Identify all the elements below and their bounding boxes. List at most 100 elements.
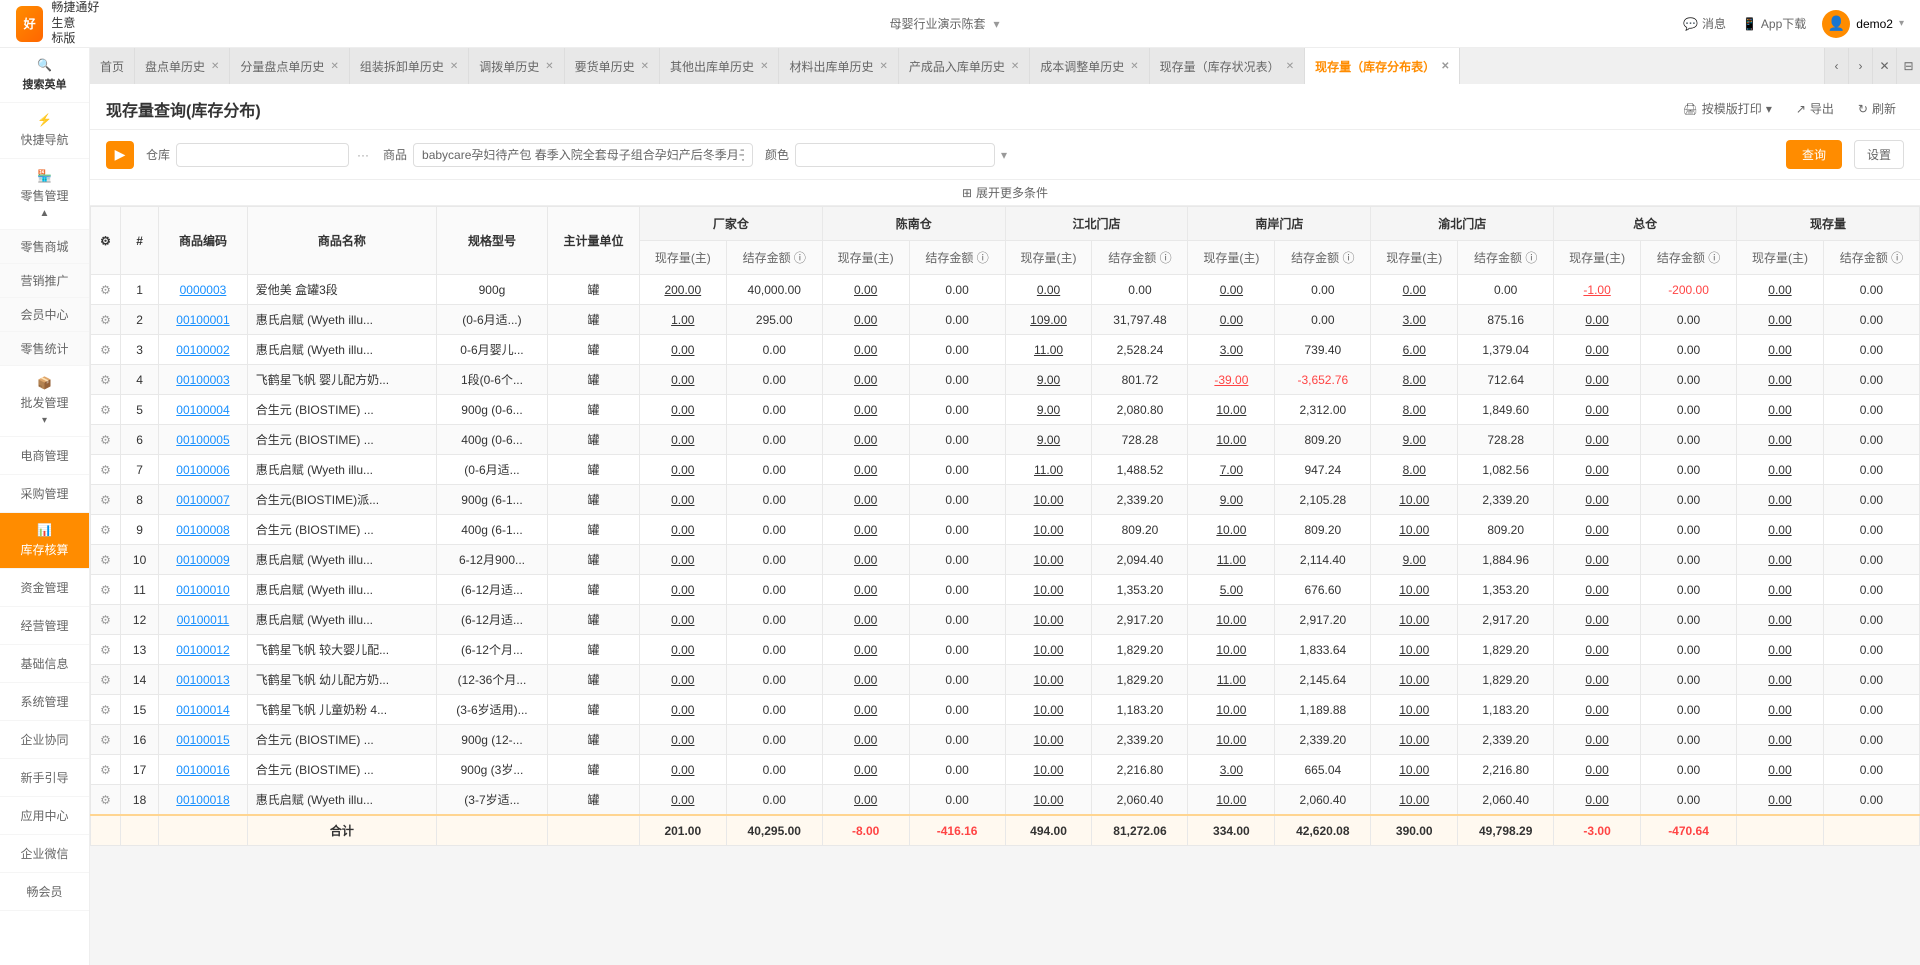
- gear-cell[interactable]: ⚙: [91, 455, 121, 485]
- tot-qty[interactable]: 0.00: [1554, 335, 1641, 365]
- jb-qty[interactable]: 10.00: [1005, 695, 1092, 725]
- tab-cost-adjust[interactable]: 成本调整单历史 ✕: [1030, 48, 1149, 84]
- fac-qty[interactable]: 1.00: [639, 305, 726, 335]
- extra-qty[interactable]: 0.00: [1737, 695, 1824, 725]
- gear-cell[interactable]: ⚙: [91, 365, 121, 395]
- sidebar-item-purchase[interactable]: 采购管理: [0, 475, 89, 513]
- fac-qty[interactable]: 0.00: [639, 545, 726, 575]
- fac-qty[interactable]: 0.00: [639, 455, 726, 485]
- fac-qty[interactable]: 0.00: [639, 605, 726, 635]
- tot-qty[interactable]: 0.00: [1554, 665, 1641, 695]
- tab-inventory-dist[interactable]: 现存量（库存分布表） ✕: [1305, 48, 1460, 84]
- gear-cell[interactable]: ⚙: [91, 695, 121, 725]
- product-code[interactable]: 00100009: [159, 545, 248, 575]
- fac-qty[interactable]: 0.00: [639, 365, 726, 395]
- sidebar-item-guide[interactable]: 新手引导: [0, 759, 89, 797]
- jb-qty[interactable]: 10.00: [1005, 665, 1092, 695]
- yb-qty[interactable]: 10.00: [1371, 605, 1458, 635]
- tab-requisition[interactable]: 要货单历史 ✕: [565, 48, 660, 84]
- na-qty[interactable]: 11.00: [1188, 665, 1275, 695]
- yb-qty[interactable]: 8.00: [1371, 395, 1458, 425]
- tot-qty[interactable]: 0.00: [1554, 395, 1641, 425]
- jb-qty[interactable]: 9.00: [1005, 395, 1092, 425]
- fac-qty[interactable]: 0.00: [639, 515, 726, 545]
- yb-qty[interactable]: 3.00: [1371, 305, 1458, 335]
- extra-qty[interactable]: 0.00: [1737, 575, 1824, 605]
- product-code[interactable]: 0000003: [159, 275, 248, 305]
- gear-cell[interactable]: ⚙: [91, 335, 121, 365]
- jb-qty[interactable]: 11.00: [1005, 335, 1092, 365]
- cn-qty[interactable]: 0.00: [822, 575, 909, 605]
- query-btn[interactable]: 查询: [1786, 140, 1842, 169]
- extra-qty[interactable]: 0.00: [1737, 725, 1824, 755]
- product-code[interactable]: 00100008: [159, 515, 248, 545]
- gear-cell[interactable]: ⚙: [91, 485, 121, 515]
- setting-btn[interactable]: 设置: [1854, 140, 1904, 169]
- extra-qty[interactable]: 0.00: [1737, 605, 1824, 635]
- sidebar-item-inventory[interactable]: 📊 库存核算: [0, 513, 89, 569]
- gear-cell[interactable]: ⚙: [91, 425, 121, 455]
- product-code[interactable]: 00100014: [159, 695, 248, 725]
- product-code[interactable]: 00100016: [159, 755, 248, 785]
- jb-qty[interactable]: 10.00: [1005, 755, 1092, 785]
- tab-stocktake[interactable]: 盘点单历史 ✕: [135, 48, 230, 84]
- fac-qty[interactable]: 200.00: [639, 275, 726, 305]
- jb-qty[interactable]: 10.00: [1005, 605, 1092, 635]
- cn-qty[interactable]: 0.00: [822, 305, 909, 335]
- tab-prev-btn[interactable]: ‹: [1824, 48, 1848, 84]
- warehouse-input[interactable]: [176, 143, 349, 167]
- na-qty[interactable]: 5.00: [1188, 575, 1275, 605]
- sidebar-item-wholesale[interactable]: 📦 批发管理 ▾: [0, 366, 89, 437]
- sidebar-item-finance[interactable]: 资金管理: [0, 569, 89, 607]
- tot-qty[interactable]: 0.00: [1554, 605, 1641, 635]
- extra-qty[interactable]: 0.00: [1737, 515, 1824, 545]
- gear-cell[interactable]: ⚙: [91, 755, 121, 785]
- yb-qty[interactable]: 10.00: [1371, 755, 1458, 785]
- filter-expand-btn[interactable]: ▶: [106, 141, 134, 169]
- na-qty[interactable]: 10.00: [1188, 725, 1275, 755]
- extra-qty[interactable]: 0.00: [1737, 665, 1824, 695]
- yb-qty[interactable]: 6.00: [1371, 335, 1458, 365]
- na-qty[interactable]: 10.00: [1188, 605, 1275, 635]
- sidebar-item-quick-nav[interactable]: ⚡ 快捷导航: [0, 103, 89, 159]
- product-code[interactable]: 00100003: [159, 365, 248, 395]
- cn-qty[interactable]: 0.00: [822, 485, 909, 515]
- gear-cell[interactable]: ⚙: [91, 725, 121, 755]
- color-input[interactable]: [795, 143, 995, 167]
- print-btn[interactable]: 🖨 按模版打印 ▾: [1675, 96, 1780, 121]
- tot-qty[interactable]: 0.00: [1554, 365, 1641, 395]
- jb-qty[interactable]: 10.00: [1005, 485, 1092, 515]
- jb-qty[interactable]: 109.00: [1005, 305, 1092, 335]
- extra-qty[interactable]: 0.00: [1737, 635, 1824, 665]
- product-code[interactable]: 00100012: [159, 635, 248, 665]
- tot-qty[interactable]: 0.00: [1554, 515, 1641, 545]
- na-qty[interactable]: -39.00: [1188, 365, 1275, 395]
- fac-qty[interactable]: 0.00: [639, 725, 726, 755]
- tot-qty[interactable]: 0.00: [1554, 545, 1641, 575]
- tab-other-out[interactable]: 其他出库单历史 ✕: [660, 48, 779, 84]
- product-code[interactable]: 00100011: [159, 605, 248, 635]
- gear-cell[interactable]: ⚙: [91, 515, 121, 545]
- tab-inventory-status[interactable]: 现存量（库存状况表） ✕: [1150, 48, 1305, 84]
- yb-qty[interactable]: 9.00: [1371, 545, 1458, 575]
- na-qty[interactable]: 3.00: [1188, 755, 1275, 785]
- gear-cell[interactable]: ⚙: [91, 545, 121, 575]
- fac-qty[interactable]: 0.00: [639, 335, 726, 365]
- na-qty[interactable]: 10.00: [1188, 695, 1275, 725]
- na-qty[interactable]: 9.00: [1188, 485, 1275, 515]
- cn-qty[interactable]: 0.00: [822, 755, 909, 785]
- extra-qty[interactable]: 0.00: [1737, 275, 1824, 305]
- sidebar-item-retail-stats[interactable]: 零售统计: [0, 332, 89, 366]
- extra-qty[interactable]: 0.00: [1737, 455, 1824, 485]
- cn-qty[interactable]: 0.00: [822, 395, 909, 425]
- product-code[interactable]: 00100007: [159, 485, 248, 515]
- yb-qty[interactable]: 10.00: [1371, 515, 1458, 545]
- extra-qty[interactable]: 0.00: [1737, 335, 1824, 365]
- close-tab-icon[interactable]: ✕: [1130, 61, 1138, 72]
- jb-qty[interactable]: 10.00: [1005, 545, 1092, 575]
- gear-cell[interactable]: ⚙: [91, 605, 121, 635]
- tab-close-current-btn[interactable]: ✕: [1872, 48, 1896, 84]
- fac-qty[interactable]: 0.00: [639, 695, 726, 725]
- extra-qty[interactable]: 0.00: [1737, 305, 1824, 335]
- sidebar-item-app-center[interactable]: 应用中心: [0, 797, 89, 835]
